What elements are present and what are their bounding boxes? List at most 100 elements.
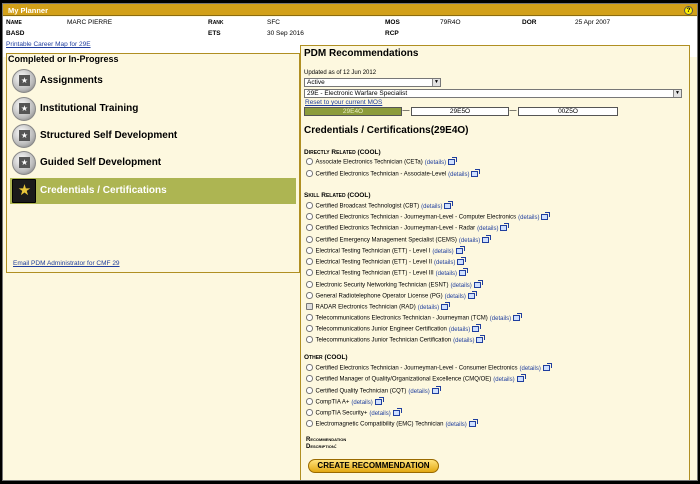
external-link-icon[interactable] (459, 267, 469, 276)
external-link-icon[interactable] (457, 256, 467, 265)
credential-option[interactable]: Electrical Testing Technician (ETT) - Le… (306, 245, 465, 256)
details-link[interactable]: (details) (425, 160, 446, 166)
mos-path-current[interactable]: 29E4O (304, 107, 402, 116)
details-link[interactable]: (details) (518, 215, 539, 221)
credential-option[interactable]: Telecommunications Junior Technician Cer… (306, 334, 486, 345)
credential-option[interactable]: Certified Manager of Quality/Organizatio… (306, 373, 526, 384)
details-link[interactable]: (details) (450, 283, 471, 289)
career-map-link[interactable]: Printable Career Map for 29E (6, 41, 91, 48)
radio-button[interactable] (306, 409, 313, 416)
radio-button[interactable] (306, 281, 313, 288)
external-link-icon[interactable] (444, 200, 454, 209)
email-administrator-link[interactable]: Email PDM Administrator for CMF 29 (13, 260, 120, 267)
credential-option[interactable]: Certified Quality Technician (CQT) (detai… (306, 385, 441, 396)
details-link[interactable]: (details) (449, 327, 470, 333)
details-link[interactable]: (details) (369, 411, 390, 417)
credential-option[interactable]: Associate Electronics Technician (CETa)(… (306, 156, 458, 167)
credential-option[interactable]: CompTIA A+ (details) (306, 396, 384, 407)
credential-option[interactable]: Certified Electronics Technician - Journ… (306, 211, 551, 222)
mos-path-next[interactable]: 29E5O (411, 107, 509, 116)
radio-button[interactable] (306, 420, 313, 427)
credential-option[interactable]: Electrical Testing Technician (ETT) - Le… (306, 256, 467, 267)
create-recommendation-button[interactable]: CREATE RECOMMENDATION (308, 459, 439, 473)
radio-button[interactable] (306, 236, 313, 243)
credential-option[interactable]: Electrical Testing Technician (ETT) - Le… (306, 267, 469, 278)
details-link[interactable]: (details) (445, 294, 466, 300)
credential-option[interactable]: Electromagnetic Compatibility (EMC) Tech… (306, 418, 478, 429)
status-select[interactable]: Active ▼ (304, 78, 441, 87)
nav-assignments[interactable]: ★ Assignments (10, 68, 296, 94)
nav-institutional-training[interactable]: ★ Institutional Training (10, 96, 296, 122)
details-link[interactable]: (details) (432, 249, 453, 255)
radio-button[interactable] (306, 258, 313, 265)
nav-credentials-certifications[interactable]: ★ Credentials / Certifications (10, 178, 296, 204)
nav-structured-self-development[interactable]: ★ Structured Self Development (10, 123, 296, 149)
external-link-icon[interactable] (448, 156, 458, 165)
mos-select[interactable]: 29E - Electronic Warfare Specialist ▼ (304, 89, 682, 98)
details-link[interactable]: (details) (519, 366, 540, 372)
radio-button[interactable] (306, 269, 313, 276)
nav-guided-self-development[interactable]: ★ Guided Self Development (10, 150, 296, 176)
radio-button[interactable] (306, 325, 313, 332)
external-link-icon[interactable] (500, 222, 510, 231)
credential-option[interactable]: Certified Broadcast Technologist (CBT) (d… (306, 200, 454, 211)
external-link-icon[interactable] (476, 334, 486, 343)
reset-mos-link[interactable]: Reset to your current MOS (305, 99, 382, 106)
credential-option[interactable]: Certified Emergency Management Specialis… (306, 234, 492, 245)
radio-button[interactable] (306, 387, 313, 394)
details-link[interactable]: (details) (421, 204, 442, 210)
external-link-icon[interactable] (482, 234, 492, 243)
credential-option[interactable]: Certified Electronics Technician - Journ… (306, 362, 552, 373)
details-link[interactable]: (details) (408, 389, 429, 395)
mos-path-future[interactable]: 00Z5O (518, 107, 618, 116)
credential-option[interactable]: Electronic Security Networking Technicia… (306, 279, 483, 290)
details-link[interactable]: (details) (351, 400, 372, 406)
radio-button[interactable] (306, 170, 313, 177)
details-link[interactable]: (details) (477, 226, 498, 232)
details-link[interactable]: (details) (493, 377, 514, 383)
credential-option[interactable]: Certified Electronics Technician - Assoc… (306, 168, 481, 179)
external-link-icon[interactable] (455, 245, 465, 254)
help-button[interactable]: ? (684, 5, 693, 15)
external-link-icon[interactable] (374, 396, 384, 405)
external-link-icon[interactable] (471, 168, 481, 177)
radio-button[interactable] (306, 314, 313, 321)
radio-button[interactable] (306, 213, 313, 220)
credential-option[interactable]: CompTIA Security+ (details) (306, 407, 402, 418)
external-link-icon[interactable] (392, 407, 402, 416)
radio-button[interactable] (306, 292, 313, 299)
details-link[interactable]: (details) (448, 172, 469, 178)
details-link[interactable]: (details) (434, 260, 455, 266)
external-link-icon[interactable] (516, 373, 526, 382)
external-link-icon[interactable] (473, 279, 483, 288)
details-link[interactable]: (details) (436, 271, 457, 277)
radio-button[interactable] (306, 375, 313, 382)
credential-option[interactable]: RADAR Electronics Technician (RAD) (detai… (306, 301, 451, 312)
credential-option[interactable]: Telecommunications Electronics Technicia… (306, 312, 523, 323)
radio-button[interactable] (306, 158, 313, 165)
radio-button[interactable] (306, 247, 313, 254)
details-link[interactable]: (details) (418, 305, 439, 311)
external-link-icon[interactable] (467, 290, 477, 299)
radio-button[interactable] (306, 398, 313, 405)
external-link-icon[interactable] (542, 362, 552, 371)
radio-button[interactable] (306, 224, 313, 231)
details-link[interactable]: (details) (445, 422, 466, 428)
credential-option[interactable]: Telecommunications Junior Engineer Certi… (306, 323, 482, 334)
external-link-icon[interactable] (468, 418, 478, 427)
army-star-icon: ★ (12, 179, 36, 203)
external-link-icon[interactable] (441, 301, 451, 310)
external-link-icon[interactable] (541, 211, 551, 220)
radio-button[interactable] (306, 202, 313, 209)
external-link-icon[interactable] (513, 312, 523, 321)
details-link[interactable]: (details) (490, 316, 511, 322)
credential-option[interactable]: General Radiotelephone Operator License … (306, 290, 477, 301)
external-link-icon[interactable] (472, 323, 482, 332)
radio-button[interactable] (306, 364, 313, 371)
details-link[interactable]: (details) (459, 238, 480, 244)
credential-option[interactable]: Certified Electronics Technician - Journ… (306, 222, 510, 233)
radio-button[interactable] (306, 303, 313, 310)
external-link-icon[interactable] (431, 385, 441, 394)
details-link[interactable]: (details) (453, 338, 474, 344)
radio-button[interactable] (306, 336, 313, 343)
